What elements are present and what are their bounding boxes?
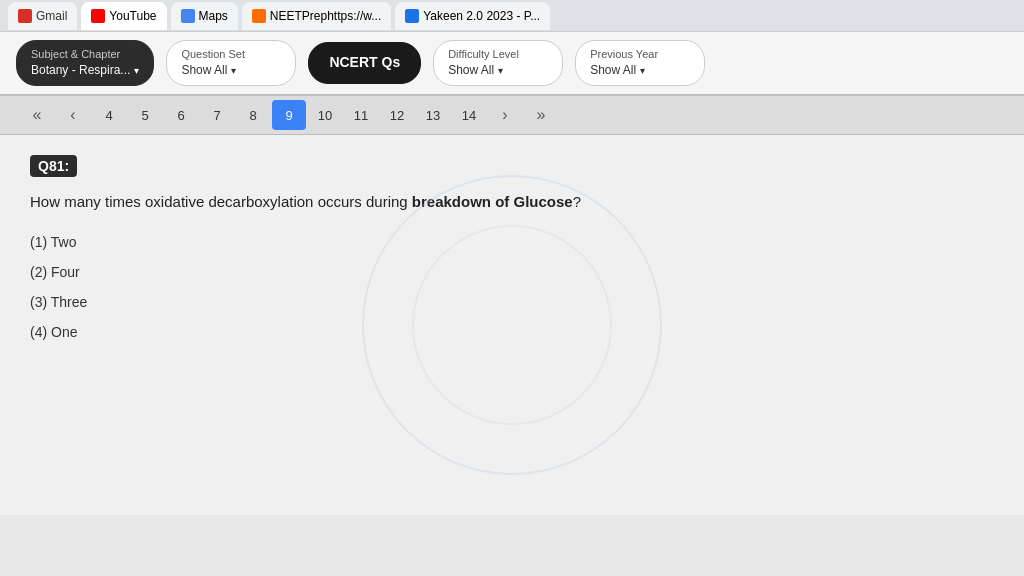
tab-yakeen-label: Yakeen 2.0 2023 - P...: [423, 9, 540, 23]
page-12[interactable]: 12: [380, 100, 414, 130]
filter-bar: Subject & Chapter Botany - Respira... ▾ …: [0, 32, 1024, 96]
tab-youtube[interactable]: YouTube: [81, 2, 166, 30]
option-2[interactable]: (2) Four: [30, 264, 994, 280]
pagination-prev[interactable]: ‹: [56, 100, 90, 130]
tab-neet-label: NEETPrephttps://w...: [270, 9, 381, 23]
filter-difficulty[interactable]: Difficulty Level Show All ▾: [433, 40, 563, 86]
chevron-down-icon: ▾: [498, 64, 503, 78]
browser-tab-bar: Gmail YouTube Maps NEETPrephttps://w... …: [0, 0, 1024, 32]
page-11[interactable]: 11: [344, 100, 378, 130]
filter-question-set-title: Question Set: [181, 47, 245, 62]
filter-difficulty-value: Show All ▾: [448, 62, 503, 79]
pagination-first[interactable]: «: [20, 100, 54, 130]
gmail-icon: [18, 9, 32, 23]
tab-yakeen[interactable]: Yakeen 2.0 2023 - P...: [395, 2, 550, 30]
neet-icon: [252, 9, 266, 23]
chevron-down-icon: ▾: [231, 64, 236, 78]
yakeen-icon: [405, 9, 419, 23]
question-text: How many times oxidative decarboxylation…: [30, 191, 994, 214]
maps-icon: [181, 9, 195, 23]
chevron-down-icon: ▾: [640, 64, 645, 78]
filter-subject-chapter-value: Botany - Respira... ▾: [31, 62, 139, 79]
page-7[interactable]: 7: [200, 100, 234, 130]
option-1[interactable]: (1) Two: [30, 234, 994, 250]
tab-maps[interactable]: Maps: [171, 2, 238, 30]
pagination-last[interactable]: »: [524, 100, 558, 130]
chevron-down-icon: ▾: [134, 64, 139, 78]
tab-maps-label: Maps: [199, 9, 228, 23]
tab-youtube-label: YouTube: [109, 9, 156, 23]
question-number: Q81:: [30, 155, 77, 177]
page-10[interactable]: 10: [308, 100, 342, 130]
filter-question-set-value: Show All ▾: [181, 62, 236, 79]
page-9[interactable]: 9: [272, 100, 306, 130]
filter-question-set[interactable]: Question Set Show All ▾: [166, 40, 296, 86]
pagination-next[interactable]: ›: [488, 100, 522, 130]
tab-gmail[interactable]: Gmail: [8, 2, 77, 30]
filter-difficulty-title: Difficulty Level: [448, 47, 519, 62]
filter-previous-year-title: Previous Year: [590, 47, 658, 62]
filter-subject-chapter[interactable]: Subject & Chapter Botany - Respira... ▾: [16, 40, 154, 86]
page-14[interactable]: 14: [452, 100, 486, 130]
filter-previous-year[interactable]: Previous Year Show All ▾: [575, 40, 705, 86]
pagination-bar: « ‹ 4 5 6 7 8 9 10 11 12 13 14 › »: [0, 96, 1024, 135]
tab-neet[interactable]: NEETPrephttps://w...: [242, 2, 391, 30]
tab-gmail-label: Gmail: [36, 9, 67, 23]
youtube-icon: [91, 9, 105, 23]
page-8[interactable]: 8: [236, 100, 270, 130]
page-4[interactable]: 4: [92, 100, 126, 130]
page-5[interactable]: 5: [128, 100, 162, 130]
option-3[interactable]: (3) Three: [30, 294, 994, 310]
page-13[interactable]: 13: [416, 100, 450, 130]
option-4[interactable]: (4) One: [30, 324, 994, 340]
filter-ncert-label: NCERT Qs: [329, 53, 400, 73]
page-6[interactable]: 6: [164, 100, 198, 130]
filter-previous-year-value: Show All ▾: [590, 62, 645, 79]
filter-subject-chapter-title: Subject & Chapter: [31, 47, 120, 62]
main-content: Q81: How many times oxidative decarboxyl…: [0, 135, 1024, 515]
filter-ncert[interactable]: NCERT Qs: [308, 42, 421, 84]
